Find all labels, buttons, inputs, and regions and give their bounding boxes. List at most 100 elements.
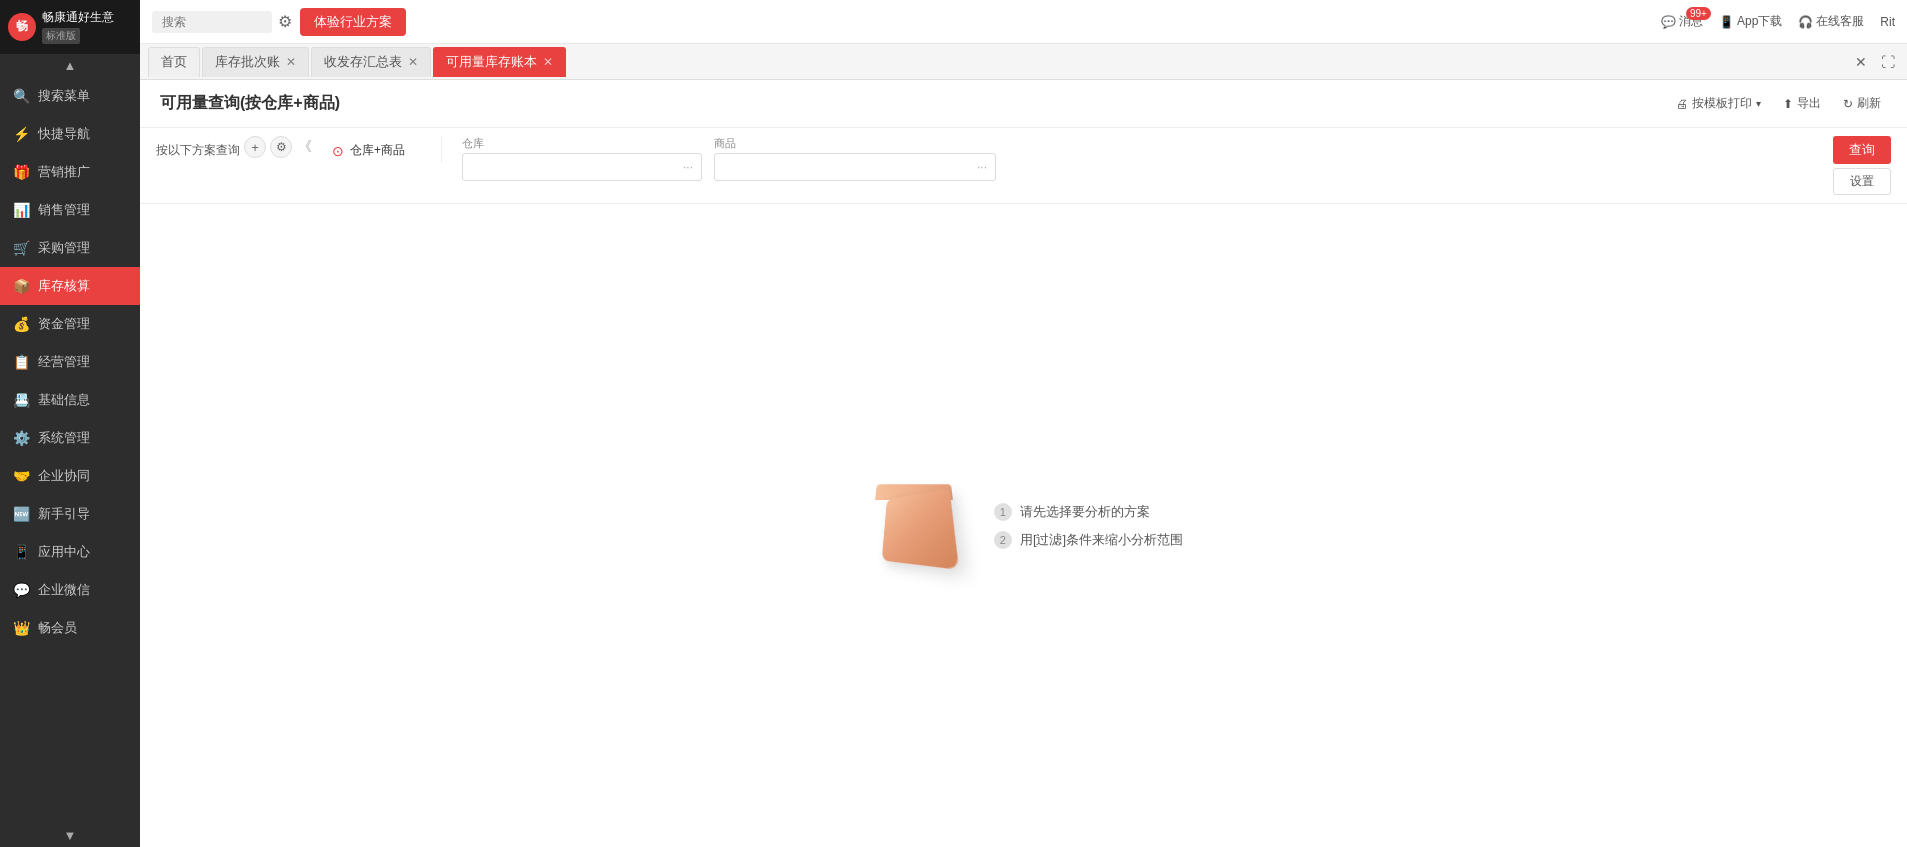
appcenter-icon: 📱 — [12, 543, 30, 561]
tab-summary[interactable]: 收发存汇总表 ✕ — [311, 47, 431, 77]
topbar-left: ⚙ — [152, 11, 292, 33]
tab-summary-close[interactable]: ✕ — [408, 55, 418, 69]
sidebar-item-search[interactable]: 🔍 搜索菜单 — [0, 77, 140, 115]
main-area: ⚙ 体验行业方案 💬 消息 99+ 📱 App下载 🎧 在线客服 Rit 首页 — [140, 0, 1907, 847]
scheme-item-warehouse-goods[interactable]: ⊙ 仓库+商品 — [322, 138, 429, 163]
warehouse-more-icon[interactable]: ··· — [683, 160, 693, 174]
tab-home[interactable]: 首页 — [148, 47, 200, 77]
sidebar-item-wechat[interactable]: 💬 企业微信 — [0, 571, 140, 609]
online-service-link[interactable]: 🎧 在线客服 — [1798, 13, 1864, 30]
sidebar-item-basic[interactable]: 📇 基础信息 — [0, 381, 140, 419]
basic-icon: 📇 — [12, 391, 30, 409]
tab-available[interactable]: 可用量库存账本 ✕ — [433, 47, 566, 77]
goods-input[interactable] — [723, 160, 973, 174]
tab-batch-label: 库存批次账 — [215, 53, 280, 71]
sidebar-item-purchase[interactable]: 🛒 采购管理 — [0, 229, 140, 267]
scroll-down-btn[interactable]: ▼ — [0, 824, 140, 847]
empty-tip-2: 2 用[过滤]条件来缩小分析范围 — [994, 531, 1183, 549]
app-download-link[interactable]: 📱 App下载 — [1719, 13, 1782, 30]
sidebar-item-marketing[interactable]: 🎁 营销推广 — [0, 153, 140, 191]
sidebar-item-member[interactable]: 👑 畅会员 — [0, 609, 140, 647]
finance-icon: 💰 — [12, 315, 30, 333]
scroll-up-btn[interactable]: ▲ — [0, 54, 140, 77]
warehouse-filter-field: 仓库 ··· — [462, 136, 702, 181]
sidebar-item-label: 企业协同 — [38, 467, 90, 485]
sidebar-item-label: 销售管理 — [38, 201, 90, 219]
gear-icon[interactable]: ⚙ — [278, 12, 292, 31]
topbar-right: 💬 消息 99+ 📱 App下载 🎧 在线客服 Rit — [1661, 13, 1895, 30]
edition-badge: 标准版 — [42, 28, 80, 44]
sidebar-item-inventory[interactable]: 📦 库存核算 — [0, 267, 140, 305]
sidebar-item-operations[interactable]: 📋 经营管理 — [0, 343, 140, 381]
goods-filter-field: 商品 ··· — [714, 136, 996, 181]
search-input[interactable] — [152, 11, 272, 33]
filter-scheme-label: 按以下方案查询 — [156, 136, 240, 159]
tab-available-close[interactable]: ✕ — [543, 55, 553, 69]
tip-text-2: 用[过滤]条件来缩小分析范围 — [1020, 531, 1183, 549]
operations-icon: 📋 — [12, 353, 30, 371]
scheme-circle-icon: ⊙ — [332, 143, 344, 159]
warehouse-input-container: ··· — [462, 153, 702, 181]
tip-num-2: 2 — [994, 531, 1012, 549]
sidebar-item-collab[interactable]: 🤝 企业协同 — [0, 457, 140, 495]
sidebar-item-sales[interactable]: 📊 销售管理 — [0, 191, 140, 229]
sidebar-item-guide[interactable]: 🆕 新手引导 — [0, 495, 140, 533]
filter-settings-button[interactable]: 设置 — [1833, 168, 1891, 195]
refresh-btn[interactable]: ↻ 刷新 — [1837, 92, 1887, 115]
goods-more-icon[interactable]: ··· — [977, 160, 987, 174]
page-header: 可用量查询(按仓库+商品) 🖨 按模板打印 ▾ ⬆ 导出 ↻ 刷新 — [140, 80, 1907, 128]
logo-icon: 畅 — [8, 13, 36, 41]
sidebar-item-quicknav[interactable]: ⚡ 快捷导航 — [0, 115, 140, 153]
system-icon: ⚙️ — [12, 429, 30, 447]
sidebar-item-label: 系统管理 — [38, 429, 90, 447]
settings-scheme-btn[interactable]: ⚙ — [270, 136, 292, 158]
empty-state: 1 请先选择要分析的方案 2 用[过滤]条件来缩小分析范围 — [140, 204, 1907, 847]
sidebar-item-label: 经营管理 — [38, 353, 90, 371]
tab-available-label: 可用量库存账本 — [446, 53, 537, 71]
filter-panel: 按以下方案查询 + ⚙ 《 ⊙ 仓库+商品 仓库 — [140, 128, 1907, 204]
message-button[interactable]: 💬 消息 99+ — [1661, 13, 1703, 30]
member-icon: 👑 — [12, 619, 30, 637]
print-icon: 🖨 — [1676, 97, 1688, 111]
warehouse-input[interactable] — [471, 160, 679, 174]
box-shape — [882, 488, 959, 570]
tab-batch-close[interactable]: ✕ — [286, 55, 296, 69]
app-name: 畅康通好生意 — [42, 10, 114, 26]
goods-input-container: ··· — [714, 153, 996, 181]
tab-maximize-btn[interactable]: ⛶ — [1877, 52, 1899, 72]
sidebar-item-label: 新手引导 — [38, 505, 90, 523]
phone-icon: 📱 — [1719, 15, 1734, 29]
topbar: ⚙ 体验行业方案 💬 消息 99+ 📱 App下载 🎧 在线客服 Rit — [140, 0, 1907, 44]
guide-icon: 🆕 — [12, 505, 30, 523]
tab-close-all-btn[interactable]: ✕ — [1851, 52, 1871, 72]
sidebar-item-label: 应用中心 — [38, 543, 90, 561]
collapse-icon[interactable]: 《 — [296, 136, 314, 158]
sidebar-item-label: 基础信息 — [38, 391, 90, 409]
warehouse-label: 仓库 — [462, 136, 702, 151]
content-area: 可用量查询(按仓库+商品) 🖨 按模板打印 ▾ ⬆ 导出 ↻ 刷新 — [140, 80, 1907, 847]
tabbar: 首页 库存批次账 ✕ 收发存汇总表 ✕ 可用量库存账本 ✕ ✕ ⛶ — [140, 44, 1907, 80]
sidebar-item-label: 库存核算 — [38, 277, 90, 295]
sidebar-item-finance[interactable]: 💰 资金管理 — [0, 305, 140, 343]
chevron-down-icon: ▾ — [1756, 98, 1761, 109]
sidebar-item-appcenter[interactable]: 📱 应用中心 — [0, 533, 140, 571]
sidebar-item-label: 采购管理 — [38, 239, 90, 257]
gift-icon: 🎁 — [12, 163, 30, 181]
export-btn[interactable]: ⬆ 导出 — [1777, 92, 1827, 115]
query-button[interactable]: 查询 — [1833, 136, 1891, 164]
username-display: Rit — [1880, 15, 1895, 29]
print-template-btn[interactable]: 🖨 按模板打印 ▾ — [1670, 92, 1767, 115]
sidebar-item-label: 资金管理 — [38, 315, 90, 333]
sidebar-scroll: 🔍 搜索菜单 ⚡ 快捷导航 🎁 营销推广 📊 销售管理 🛒 采购管理 📦 库存核… — [0, 77, 140, 824]
sidebar-item-label: 营销推广 — [38, 163, 90, 181]
sidebar-item-system[interactable]: ⚙️ 系统管理 — [0, 419, 140, 457]
headset-icon: 🎧 — [1798, 15, 1813, 29]
trial-button[interactable]: 体验行业方案 — [300, 8, 406, 36]
purchase-icon: 🛒 — [12, 239, 30, 257]
add-scheme-btn[interactable]: + — [244, 136, 266, 158]
filter-actions: 查询 设置 — [1833, 136, 1891, 195]
tab-batch[interactable]: 库存批次账 ✕ — [202, 47, 309, 77]
sidebar-item-label: 搜索菜单 — [38, 87, 90, 105]
export-icon: ⬆ — [1783, 97, 1793, 111]
sidebar-header: 畅 畅康通好生意 标准版 — [0, 0, 140, 54]
